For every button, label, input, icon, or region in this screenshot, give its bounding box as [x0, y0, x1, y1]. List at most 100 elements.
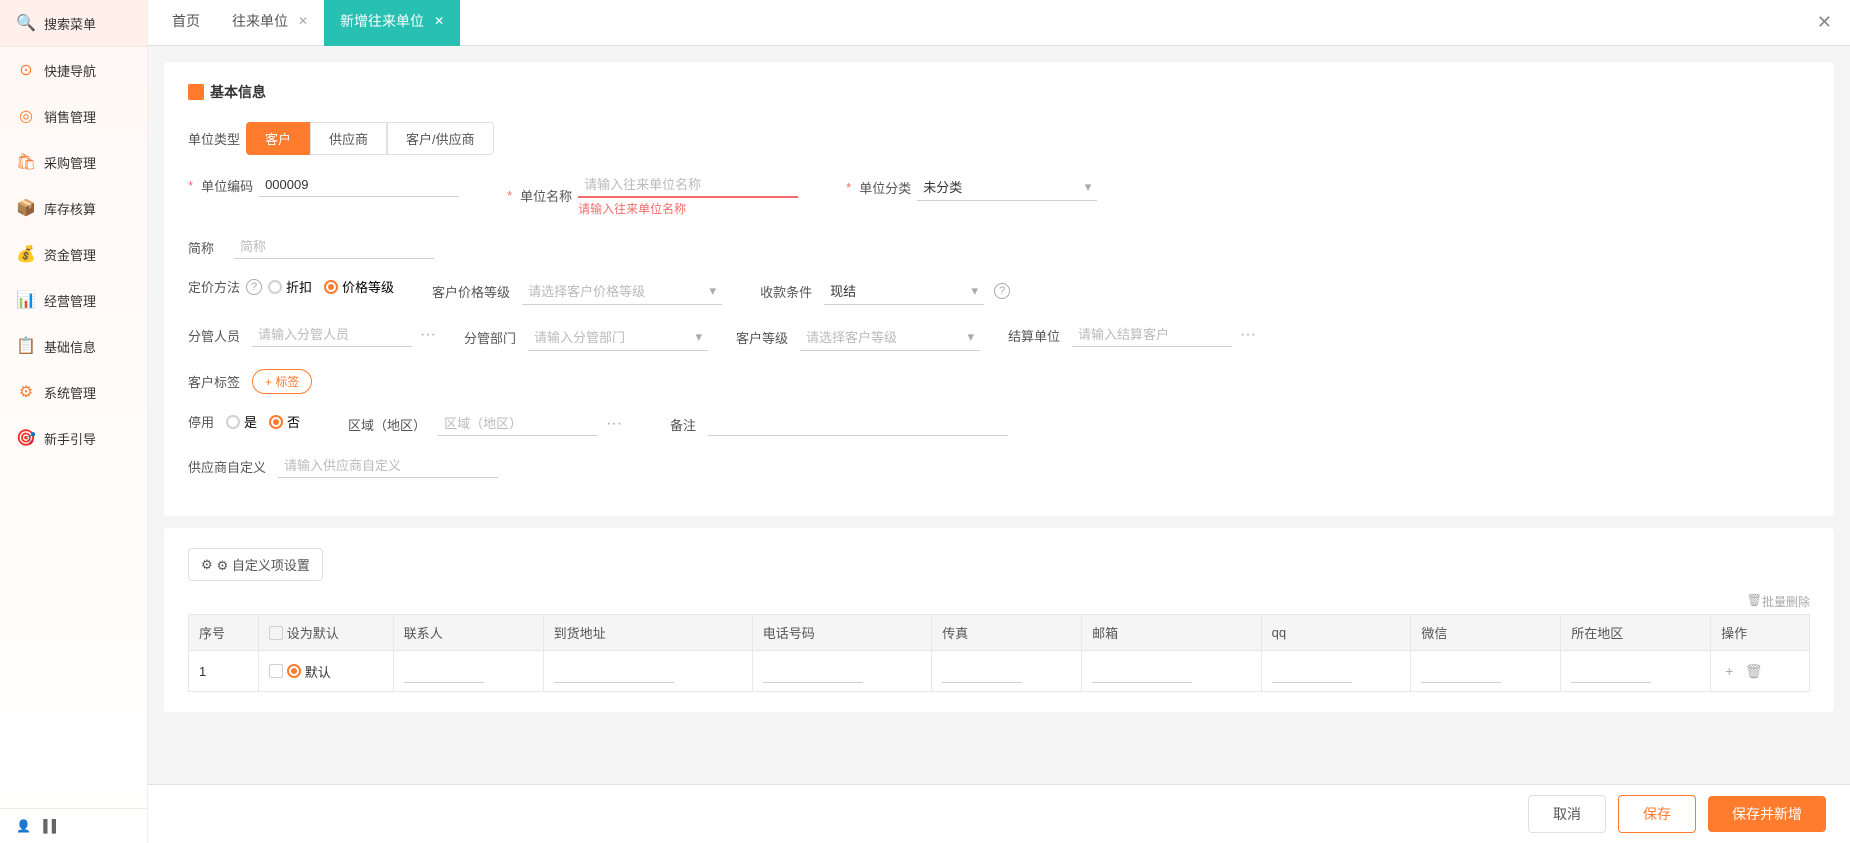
- short-name-label: 简称: [188, 238, 214, 257]
- manager-input[interactable]: [252, 323, 412, 347]
- sidebar-item-system-mgmt[interactable]: ⚙系统管理: [0, 369, 147, 415]
- pricing-radio-group: 折扣 价格等级: [268, 277, 394, 296]
- supplier-custom-row: 供应商自定义: [188, 454, 1810, 478]
- pricing-level-radio[interactable]: 价格等级: [324, 277, 394, 296]
- cancel-button[interactable]: 取消: [1528, 795, 1606, 833]
- customer-level-select[interactable]: 请选择客户等级 ▾: [800, 323, 980, 351]
- sidebar-footer: 👤 ▐▐: [0, 808, 147, 843]
- email-input[interactable]: [1092, 659, 1192, 683]
- dept-chevron: ▾: [695, 329, 702, 345]
- add-row-button[interactable]: +: [1721, 661, 1737, 681]
- add-tag-button[interactable]: + 标签: [252, 369, 312, 394]
- sidebar-item-operations[interactable]: 📊经营管理: [0, 277, 147, 323]
- supplier-custom-label: 供应商自定义: [188, 457, 266, 476]
- batch-delete-area: 🗑 批量删除: [188, 593, 1810, 610]
- footer-dots: ▐▐: [39, 819, 56, 833]
- save-new-button[interactable]: 保存并新增: [1708, 796, 1826, 832]
- unit-category-chevron: ▾: [1085, 179, 1092, 195]
- sidebar-item-sales-mgmt[interactable]: ◎销售管理: [0, 93, 147, 139]
- payment-terms-help-icon[interactable]: ?: [994, 283, 1010, 299]
- unit-type-btn-customer[interactable]: 客户: [246, 122, 310, 155]
- delete-row-button[interactable]: 🗑: [1741, 661, 1767, 682]
- tab-close-icon[interactable]: ✕: [298, 15, 308, 27]
- table-header-cell: 序号: [189, 615, 259, 651]
- unit-type-btn-both[interactable]: 客户/供应商: [387, 122, 494, 155]
- disabled-yes-radio[interactable]: 是: [226, 412, 257, 431]
- remarks-input[interactable]: [708, 412, 1008, 436]
- dept-select[interactable]: 请输入分管部门 ▾: [528, 323, 708, 351]
- sidebar-item-new-guide[interactable]: 🎯新手引导: [0, 415, 147, 461]
- settlement-unit-input[interactable]: [1072, 323, 1232, 347]
- pricing-help-icon[interactable]: ?: [246, 279, 262, 295]
- save-button[interactable]: 保存: [1618, 795, 1696, 833]
- sidebar-item-label: 资金管理: [44, 245, 96, 264]
- pricing-discount-radio[interactable]: 折扣: [268, 277, 312, 296]
- sidebar-item-label: 销售管理: [44, 107, 96, 126]
- tab-close-icon[interactable]: ✕: [434, 15, 444, 27]
- close-all-button[interactable]: ✕: [1807, 12, 1842, 33]
- header-checkbox[interactable]: [269, 626, 283, 640]
- unit-name-input[interactable]: [578, 173, 798, 198]
- unit-type-btn-supplier[interactable]: 供应商: [310, 122, 387, 155]
- phone-input[interactable]: [763, 659, 863, 683]
- contact-cell: [393, 651, 543, 692]
- contact-input[interactable]: [404, 659, 484, 683]
- disabled-no-radio[interactable]: 否: [269, 412, 300, 431]
- content-area: 基本信息 单位类型 客户供应商客户/供应商 * 单位编码 * 单位名称: [148, 46, 1850, 784]
- custom-settings-button[interactable]: ⚙ ⚙ 自定义项设置: [188, 548, 323, 581]
- pricing-discount-circle: [268, 280, 282, 294]
- unit-code-input[interactable]: [259, 173, 459, 197]
- unit-name-error: 请输入往来单位名称: [578, 200, 798, 217]
- wechat-input[interactable]: [1421, 659, 1501, 683]
- unit-category-field: * 单位分类 未分类 ▾: [846, 173, 1097, 201]
- unit-name-field: * 单位名称 请输入往来单位名称: [507, 173, 798, 217]
- tab-home[interactable]: 首页: [156, 0, 216, 46]
- sidebar-item-purchase-mgmt[interactable]: 🛍采购管理: [0, 139, 147, 185]
- seq-cell: 1: [189, 651, 259, 692]
- default-checkbox[interactable]: [269, 664, 283, 678]
- manager-field: 分管人员 ···: [188, 323, 436, 347]
- sidebar-item-inventory[interactable]: 📦库存核算: [0, 185, 147, 231]
- disabled-no-label: 否: [287, 412, 300, 431]
- sidebar-search[interactable]: 🔍 搜索菜单: [0, 0, 147, 47]
- customer-price-level-chevron: ▾: [710, 283, 717, 299]
- address-input[interactable]: [554, 659, 674, 683]
- disabled-yes-label: 是: [244, 412, 257, 431]
- sidebar-item-label: 系统管理: [44, 383, 96, 402]
- default-cell: 默认: [258, 651, 393, 692]
- batch-delete-label[interactable]: 批量删除: [1762, 593, 1810, 610]
- region-table-input[interactable]: [1571, 659, 1651, 683]
- settlement-unit-label: 结算单位: [1008, 326, 1060, 345]
- sidebar-item-basic-info[interactable]: 📋基础信息: [0, 323, 147, 369]
- wechat-cell: [1411, 651, 1561, 692]
- disabled-no-circle: [269, 415, 283, 429]
- table-header-cell: 电话号码: [752, 615, 932, 651]
- operations-icon: 📊: [16, 290, 36, 310]
- region-more-icon[interactable]: ···: [606, 415, 622, 433]
- sidebar-item-quick-nav[interactable]: ⊙快捷导航: [0, 47, 147, 93]
- basic-info-icon: 📋: [16, 336, 36, 356]
- batch-delete-icon: 🗑: [1747, 593, 1762, 610]
- search-icon: 🔍: [16, 13, 36, 33]
- main-area: 首页往来单位✕新增往来单位✕ ✕ 基本信息 单位类型 客户供应商客户/供应商 *: [148, 0, 1850, 843]
- payment-terms-select[interactable]: 现结 ▾: [824, 277, 984, 305]
- settings-icon: ⚙: [201, 557, 213, 573]
- settlement-more-icon[interactable]: ···: [1240, 326, 1256, 344]
- pricing-method-field: 定价方法 ? 折扣 价格等级: [188, 277, 394, 296]
- unit-category-label: 单位分类: [859, 178, 911, 197]
- customer-price-level-field: 客户价格等级 请选择客户价格等级 ▾: [432, 277, 722, 305]
- tab-partner[interactable]: 往来单位 ✕: [216, 0, 324, 46]
- payment-terms-value: 现结: [830, 281, 856, 300]
- short-name-input[interactable]: [234, 235, 434, 259]
- manager-more-icon[interactable]: ···: [420, 326, 436, 344]
- qq-input[interactable]: [1272, 659, 1352, 683]
- fax-input[interactable]: [942, 659, 1022, 683]
- unit-category-select[interactable]: 未分类 ▾: [917, 173, 1097, 201]
- customer-price-level-select[interactable]: 请选择客户价格等级 ▾: [522, 277, 722, 305]
- tab-new-partner[interactable]: 新增往来单位✕: [324, 0, 460, 46]
- sidebar-item-finance[interactable]: 💰资金管理: [0, 231, 147, 277]
- supplier-custom-input[interactable]: [278, 454, 498, 478]
- phone-cell: [752, 651, 932, 692]
- region-input[interactable]: [438, 412, 598, 436]
- tab-label: 往来单位: [232, 11, 288, 31]
